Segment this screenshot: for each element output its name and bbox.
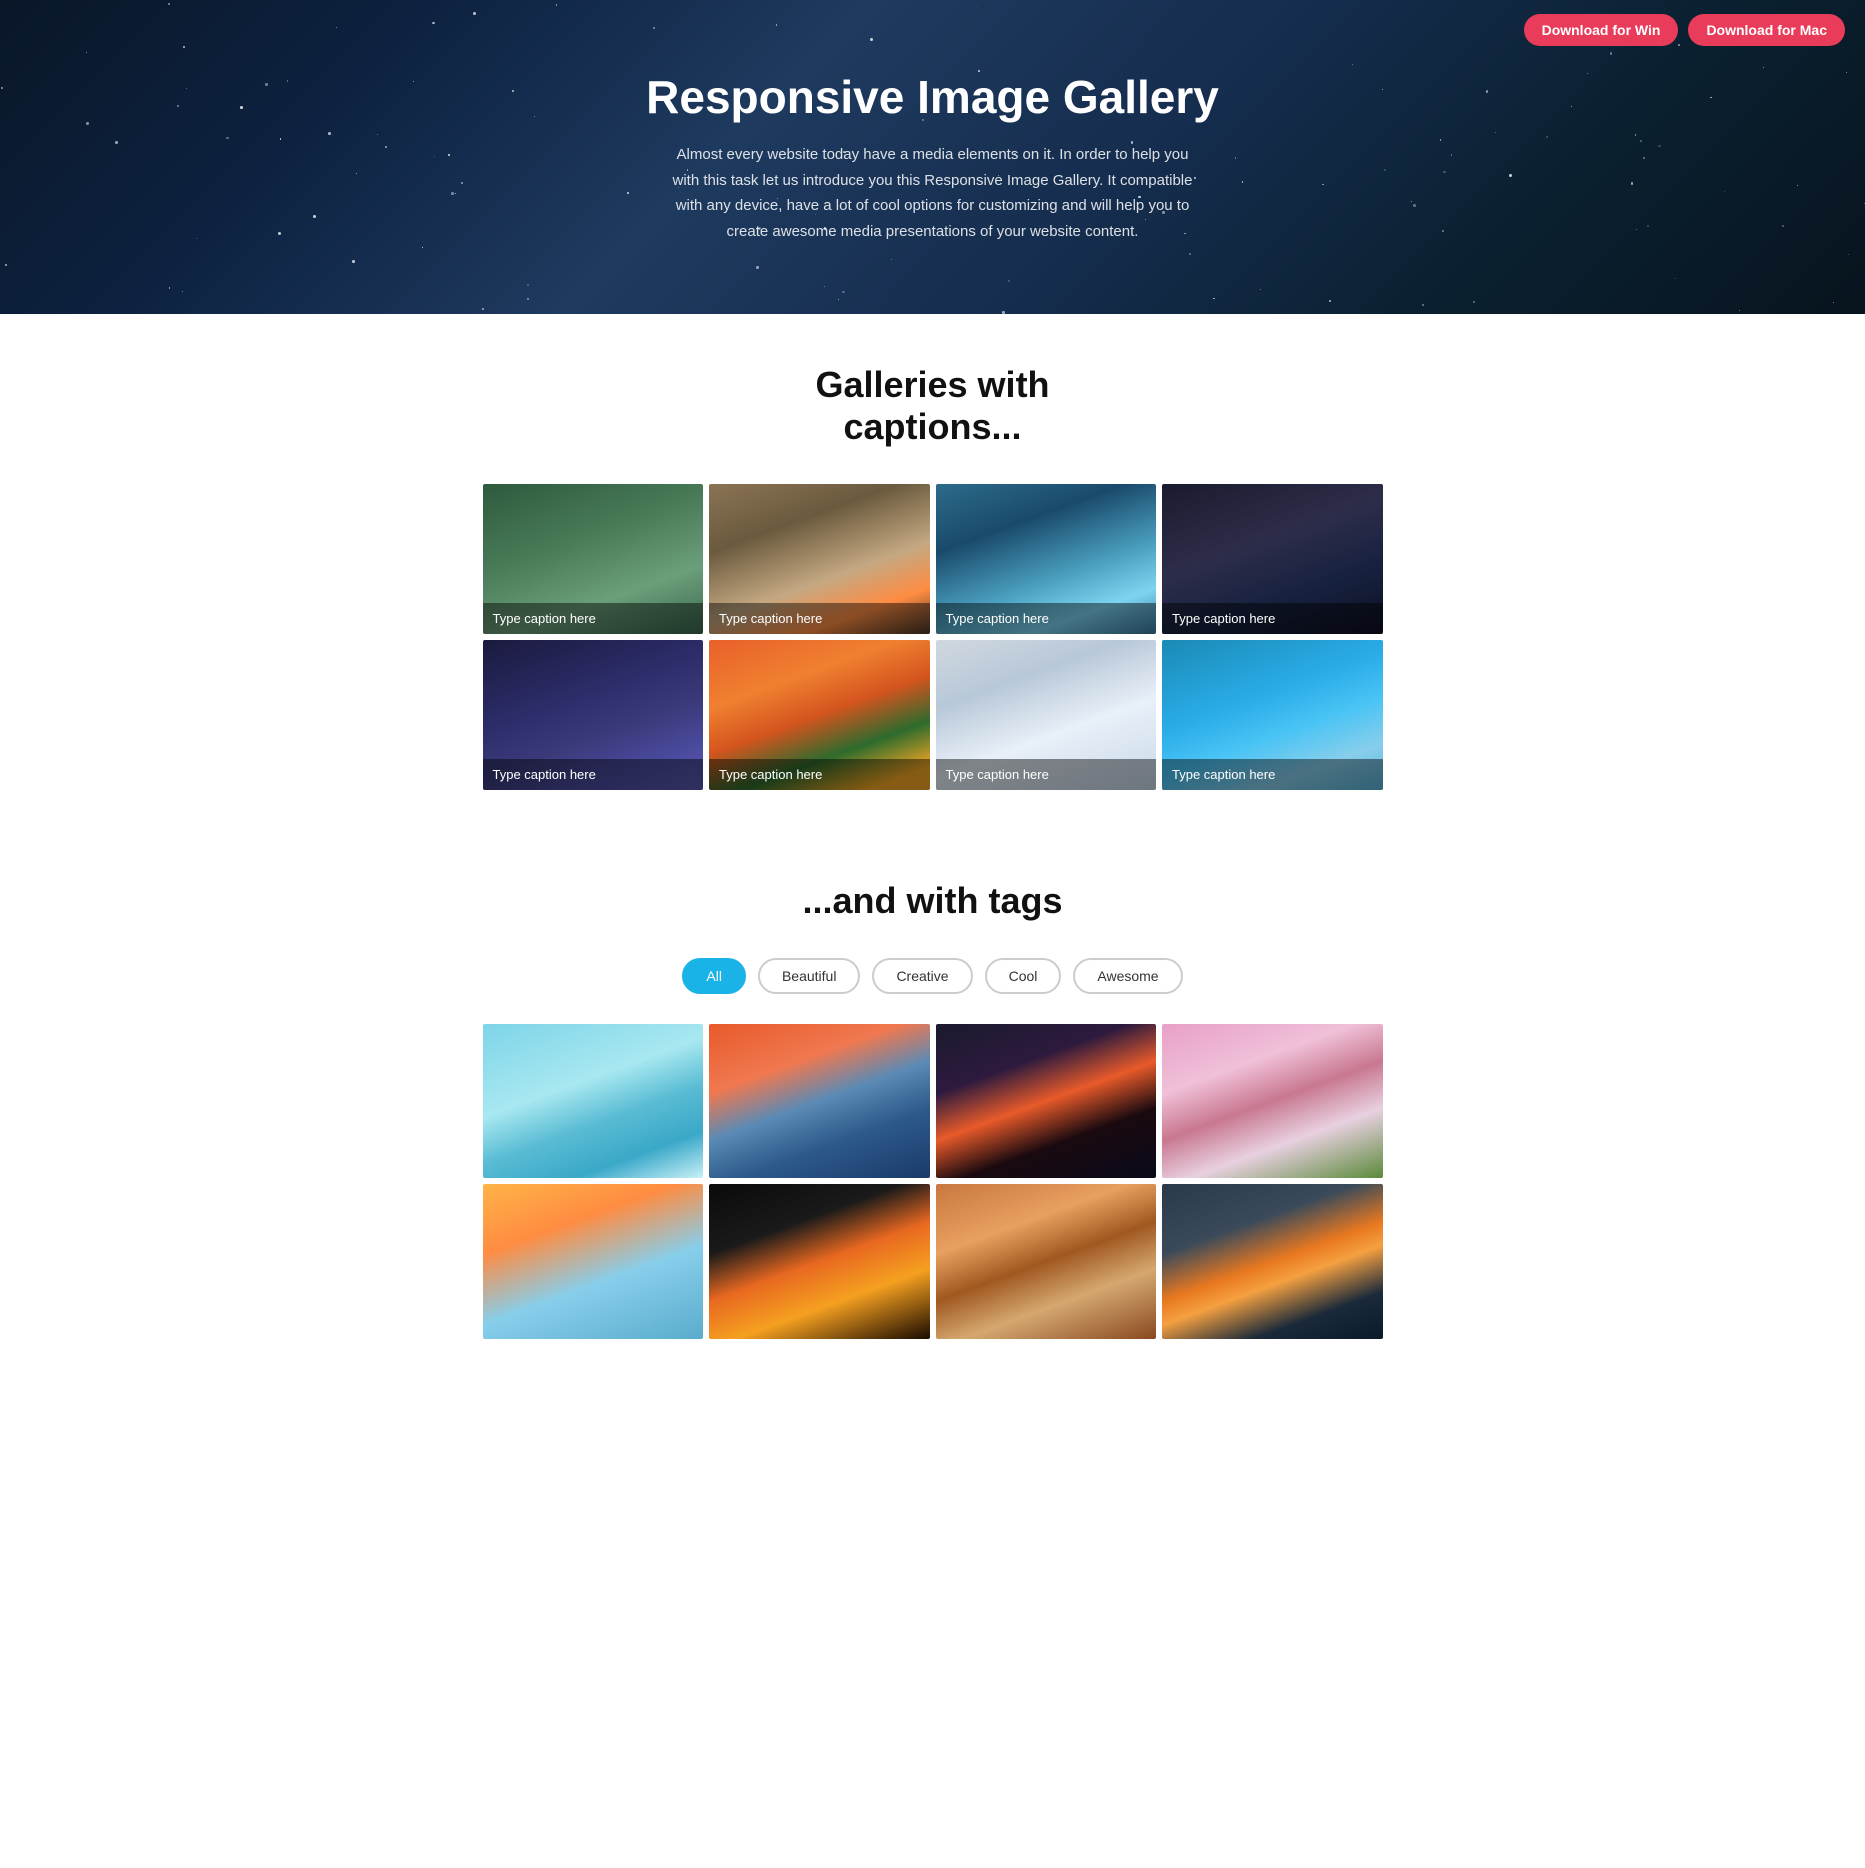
caption-gallery-item[interactable]: Type caption here — [1162, 484, 1383, 634]
gallery-caption: Type caption here — [709, 603, 930, 634]
tag-filter-button[interactable]: Creative — [872, 958, 972, 994]
hero-title: Responsive Image Gallery — [646, 70, 1219, 124]
caption-gallery-item[interactable]: Type caption here — [709, 484, 930, 634]
captions-section-title: Galleries with captions... — [483, 364, 1383, 448]
tagged-gallery-item[interactable] — [936, 1024, 1157, 1178]
gallery-caption: Type caption here — [936, 759, 1157, 790]
tagged-gallery-item[interactable] — [483, 1024, 704, 1178]
header-buttons: Download for Win Download for Mac — [1524, 14, 1845, 46]
tagged-gallery-item[interactable] — [1162, 1024, 1383, 1178]
caption-gallery-item[interactable]: Type caption here — [483, 640, 704, 790]
caption-gallery-item[interactable]: Type caption here — [936, 484, 1157, 634]
gallery-caption: Type caption here — [483, 759, 704, 790]
download-mac-button[interactable]: Download for Mac — [1688, 14, 1845, 46]
tag-filter-bar: All Beautiful Creative Cool Awesome — [483, 958, 1383, 994]
caption-gallery-item[interactable]: Type caption here — [936, 640, 1157, 790]
tagged-gallery-grid — [483, 1024, 1383, 1339]
caption-gallery-item[interactable]: Type caption here — [483, 484, 704, 634]
caption-gallery-item[interactable]: Type caption here — [1162, 640, 1383, 790]
gallery-caption: Type caption here — [483, 603, 704, 634]
tag-filter-button[interactable]: Beautiful — [758, 958, 860, 994]
hero-header: Download for Win Download for Mac Respon… — [0, 0, 1865, 314]
tag-filter-button[interactable]: Awesome — [1073, 958, 1182, 994]
tag-filter-button[interactable]: Cool — [985, 958, 1062, 994]
tag-filter-button[interactable]: All — [682, 958, 746, 994]
gallery-caption: Type caption here — [709, 759, 930, 790]
tags-section-title: ...and with tags — [483, 880, 1383, 922]
caption-gallery-item[interactable]: Type caption here — [709, 640, 930, 790]
gallery-caption: Type caption here — [1162, 759, 1383, 790]
tagged-gallery-item[interactable] — [483, 1184, 704, 1338]
hero-description: Almost every website today have a media … — [663, 142, 1203, 244]
tagged-gallery-item[interactable] — [709, 1184, 930, 1338]
tagged-gallery-item[interactable] — [936, 1184, 1157, 1338]
gallery-caption: Type caption here — [1162, 603, 1383, 634]
captions-gallery-grid: Type caption here Type caption here Type… — [483, 484, 1383, 790]
download-win-button[interactable]: Download for Win — [1524, 14, 1679, 46]
tagged-gallery-item[interactable] — [709, 1024, 930, 1178]
tagged-gallery-item[interactable] — [1162, 1184, 1383, 1338]
gallery-caption: Type caption here — [936, 603, 1157, 634]
